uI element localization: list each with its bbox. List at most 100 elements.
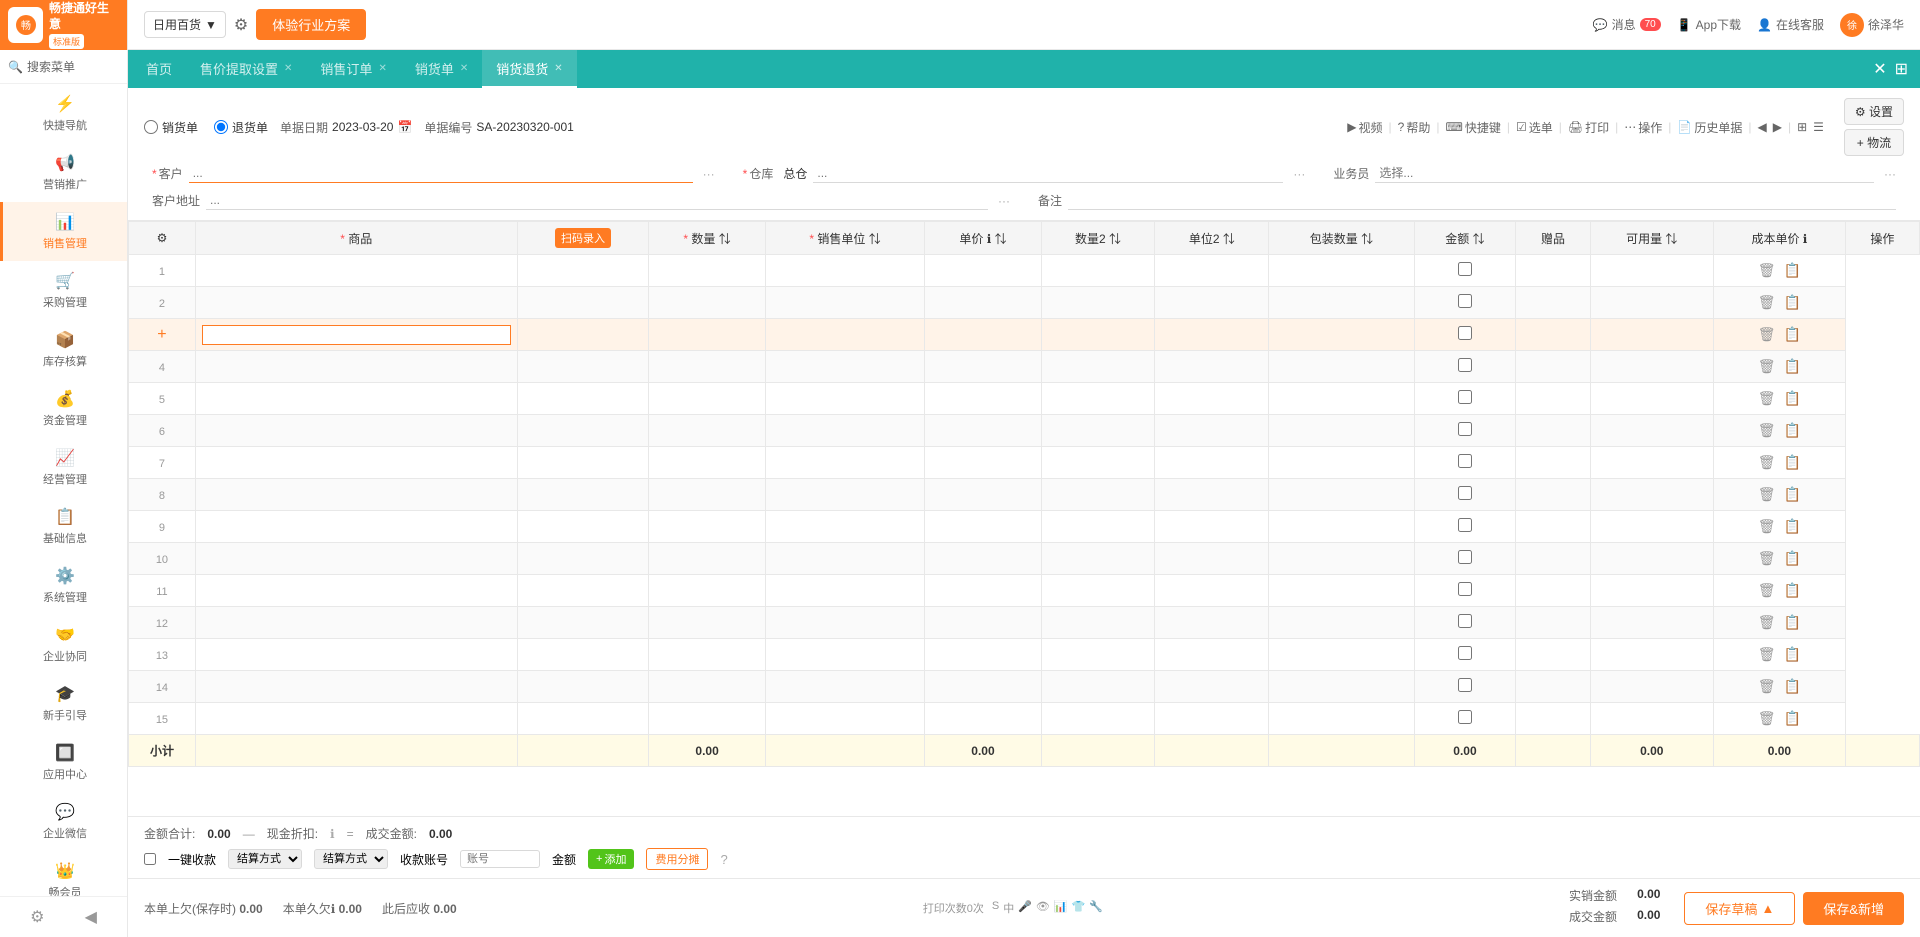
amount-cell[interactable] xyxy=(1269,543,1414,575)
product-cell[interactable] xyxy=(195,543,517,575)
delete-row-icon[interactable]: 🗑 xyxy=(1758,582,1776,599)
gift-cell[interactable] xyxy=(1414,511,1516,543)
gift-checkbox[interactable] xyxy=(1458,486,1472,500)
help-btn-2[interactable]: ? xyxy=(720,852,727,867)
sidebar-item-quick-nav[interactable]: ⚡ 快捷导航 xyxy=(0,84,127,143)
pkg-qty-cell[interactable] xyxy=(1155,511,1269,543)
delete-row-icon[interactable]: 🗑 xyxy=(1758,710,1776,727)
account-input[interactable] xyxy=(460,850,540,868)
qty2-cell[interactable] xyxy=(925,639,1041,671)
qty2-cell[interactable] xyxy=(925,671,1041,703)
qty2-cell[interactable] xyxy=(925,703,1041,735)
pkg-qty-cell[interactable] xyxy=(1155,607,1269,639)
video-btn[interactable]: ▶ 视频 xyxy=(1347,119,1382,136)
product-input[interactable] xyxy=(202,325,511,345)
sidebar-item-operations[interactable]: 📈 经营管理 xyxy=(0,438,127,497)
qty-cell[interactable] xyxy=(517,639,649,671)
th-unit2[interactable]: 单位2 ⇅ xyxy=(1155,222,1269,255)
gift-cell[interactable] xyxy=(1414,607,1516,639)
pkg-qty-cell[interactable] xyxy=(1155,287,1269,319)
cost-unit-cell[interactable] xyxy=(1590,543,1714,575)
amount-cell[interactable] xyxy=(1269,351,1414,383)
amount-cell[interactable] xyxy=(1269,447,1414,479)
delete-row-icon[interactable]: 🗑 xyxy=(1758,390,1776,407)
qty-cell[interactable] xyxy=(517,575,649,607)
radio-return[interactable]: 退货单 xyxy=(214,119,268,136)
pkg-qty-cell[interactable] xyxy=(1155,639,1269,671)
sidebar-item-system[interactable]: ⚙️ 系统管理 xyxy=(0,556,127,615)
gift-checkbox[interactable] xyxy=(1458,582,1472,596)
copy-row-icon[interactable]: 📋 xyxy=(1784,422,1801,439)
delete-row-icon[interactable]: 🗑 xyxy=(1758,326,1776,343)
message-btn[interactable]: 💬 消息 70 xyxy=(1593,16,1661,33)
available-cell[interactable] xyxy=(1516,351,1590,383)
available-cell[interactable] xyxy=(1516,447,1590,479)
available-cell[interactable] xyxy=(1516,511,1590,543)
cost-unit-cell[interactable] xyxy=(1590,575,1714,607)
qty-cell[interactable] xyxy=(517,319,649,351)
delete-row-icon[interactable]: 🗑 xyxy=(1758,454,1776,471)
th-sales-unit[interactable]: * 销售单位 ⇅ xyxy=(765,222,925,255)
address-more-icon[interactable]: ··· xyxy=(998,194,1010,208)
copy-row-icon[interactable]: 📋 xyxy=(1784,710,1801,727)
tab-sales-delivery[interactable]: 销货单 ✕ xyxy=(401,50,482,88)
qty-cell[interactable] xyxy=(517,415,649,447)
copy-row-icon[interactable]: 📋 xyxy=(1784,678,1801,695)
amount-cell[interactable] xyxy=(1269,287,1414,319)
copy-row-icon[interactable]: 📋 xyxy=(1784,518,1801,535)
settlement-method-select[interactable]: 结算方式 xyxy=(228,849,302,869)
pkg-qty-cell[interactable] xyxy=(1155,703,1269,735)
address-input[interactable] xyxy=(206,191,988,210)
unit2-cell[interactable] xyxy=(1041,415,1155,447)
pkg-qty-cell[interactable] xyxy=(1155,319,1269,351)
gift-checkbox[interactable] xyxy=(1458,326,1472,340)
unit2-cell[interactable] xyxy=(1041,511,1155,543)
delete-row-icon[interactable]: 🗑 xyxy=(1758,294,1776,311)
help-btn[interactable]: ? 帮助 xyxy=(1398,119,1431,136)
th-quantity[interactable]: * 数量 ⇅ xyxy=(649,222,765,255)
collapse-icon[interactable]: ◀ xyxy=(85,907,97,927)
unit2-cell[interactable] xyxy=(1041,383,1155,415)
sales-unit-cell[interactable] xyxy=(649,319,765,351)
amount-cell[interactable] xyxy=(1269,575,1414,607)
qty-cell[interactable] xyxy=(517,511,649,543)
qty-cell[interactable] xyxy=(517,543,649,575)
gift-cell[interactable] xyxy=(1414,543,1516,575)
gift-checkbox[interactable] xyxy=(1458,646,1472,660)
gift-cell[interactable] xyxy=(1414,447,1516,479)
copy-row-icon[interactable]: 📋 xyxy=(1784,486,1801,503)
delete-row-icon[interactable]: 🗑 xyxy=(1758,678,1776,695)
online-service-btn[interactable]: 👤 在线客服 xyxy=(1757,16,1824,33)
tab-order-close-icon[interactable]: ✕ xyxy=(378,63,386,74)
unit2-cell[interactable] xyxy=(1041,255,1155,287)
product-cell[interactable] xyxy=(195,319,517,351)
add-logistics-btn[interactable]: + 物流 xyxy=(1844,129,1904,156)
available-cell[interactable] xyxy=(1516,319,1590,351)
unit-price-cell[interactable] xyxy=(765,447,925,479)
delete-row-icon[interactable]: 🗑 xyxy=(1758,486,1776,503)
copy-row-icon[interactable]: 📋 xyxy=(1784,390,1801,407)
amount-cell[interactable] xyxy=(1269,671,1414,703)
tab-sales-order[interactable]: 销售订单 ✕ xyxy=(306,50,400,88)
product-cell[interactable] xyxy=(195,671,517,703)
gift-cell[interactable] xyxy=(1414,351,1516,383)
qty2-cell[interactable] xyxy=(925,255,1041,287)
sales-unit-cell[interactable] xyxy=(649,287,765,319)
unit2-cell[interactable] xyxy=(1041,447,1155,479)
cost-unit-cell[interactable] xyxy=(1590,351,1714,383)
product-cell[interactable] xyxy=(195,351,517,383)
unit-price-cell[interactable] xyxy=(765,319,925,351)
gift-checkbox[interactable] xyxy=(1458,454,1472,468)
cost-unit-cell[interactable] xyxy=(1590,639,1714,671)
sidebar-item-purchase[interactable]: 🛒 采购管理 xyxy=(0,261,127,320)
unit-price-cell[interactable] xyxy=(765,575,925,607)
gift-cell[interactable] xyxy=(1414,671,1516,703)
sales-unit-cell[interactable] xyxy=(649,639,765,671)
delete-row-icon[interactable]: 🗑 xyxy=(1758,550,1776,567)
tab-sales-return[interactable]: 销货退货 ✕ xyxy=(482,50,576,88)
customer-input[interactable] xyxy=(189,164,693,183)
sales-unit-cell[interactable] xyxy=(649,415,765,447)
product-cell[interactable] xyxy=(195,447,517,479)
settings-btn[interactable]: ⚙ 设置 xyxy=(1844,98,1904,125)
date-value[interactable]: 2023-03-20 xyxy=(332,120,393,134)
